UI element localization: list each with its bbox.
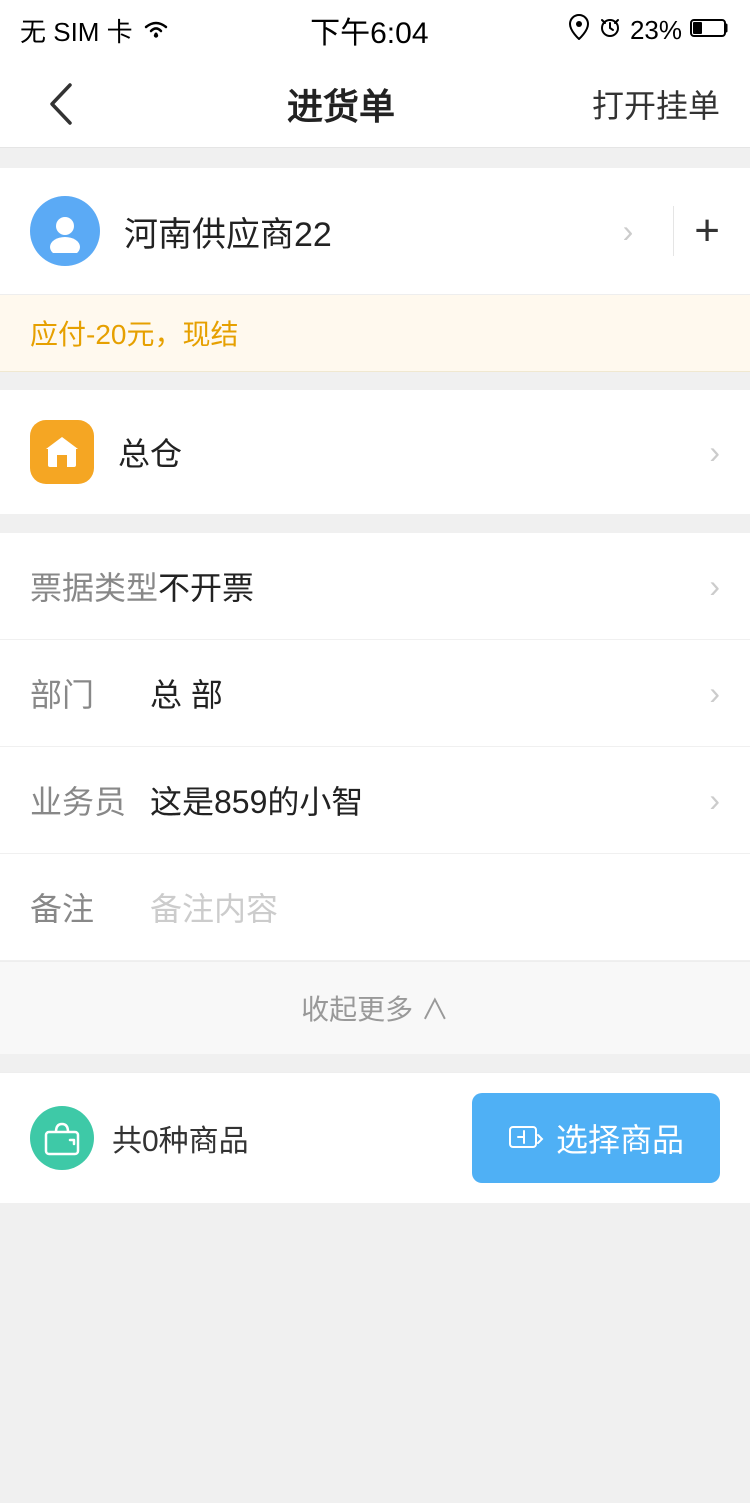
supplier-avatar — [30, 196, 100, 266]
nav-title: 进货单 — [287, 78, 395, 130]
open-pending-button[interactable]: 打开挂单 — [592, 81, 720, 127]
supplier-chevron-icon: › — [623, 213, 634, 250]
warehouse-chevron-icon: › — [709, 434, 720, 471]
alarm-icon — [598, 15, 622, 46]
form-section: 票据类型 不开票 › 部门 总 部 › 业务员 这是859的小智 › 备注 备注… — [0, 533, 750, 1054]
page-background — [0, 1203, 750, 1503]
status-bar: 无 SIM 卡 下午6:04 23% — [0, 0, 750, 60]
warehouse-icon-wrap — [30, 420, 94, 484]
invoice-type-label: 票据类型 — [30, 563, 158, 609]
department-chevron-icon: › — [709, 675, 720, 712]
wifi-icon — [141, 15, 171, 46]
supplier-name: 河南供应商22 — [124, 207, 623, 256]
section-divider-3 — [0, 515, 750, 533]
select-product-label: 选择商品 — [556, 1115, 684, 1161]
invoice-type-chevron-icon: › — [709, 568, 720, 605]
department-value: 总 部 — [150, 670, 709, 716]
select-product-button[interactable]: 选择商品 — [472, 1093, 720, 1183]
remark-row[interactable]: 备注 备注内容 — [0, 854, 750, 961]
back-button[interactable] — [30, 81, 90, 127]
vertical-divider — [673, 206, 674, 256]
department-row[interactable]: 部门 总 部 › — [0, 640, 750, 747]
salesperson-value: 这是859的小智 — [150, 777, 709, 823]
collapse-label: 收起更多 ∧ — [301, 988, 449, 1028]
nav-bar: 进货单 打开挂单 — [0, 60, 750, 148]
section-divider-2 — [0, 372, 750, 390]
salesperson-label: 业务员 — [30, 777, 150, 823]
department-label: 部门 — [30, 670, 150, 716]
notice-text: 应付-20元，现结 — [30, 319, 238, 350]
section-divider-4 — [0, 1054, 750, 1072]
bottom-bar: 共0种商品 选择商品 — [0, 1072, 750, 1203]
product-count-wrap: 共0种商品 — [30, 1106, 249, 1170]
supplier-section: 河南供应商22 › + 应付-20元，现结 — [0, 168, 750, 372]
status-time: 下午6:04 — [310, 8, 428, 52]
warehouse-row[interactable]: 总仓 › — [0, 390, 750, 515]
supplier-row[interactable]: 河南供应商22 › + — [0, 168, 750, 295]
collapse-row[interactable]: 收起更多 ∧ — [0, 961, 750, 1054]
remark-placeholder[interactable]: 备注内容 — [150, 884, 720, 930]
warehouse-name: 总仓 — [118, 429, 709, 475]
warehouse-section: 总仓 › — [0, 390, 750, 515]
section-divider-1 — [0, 148, 750, 168]
battery-icon — [690, 15, 730, 46]
salesperson-row[interactable]: 业务员 这是859的小智 › — [0, 747, 750, 854]
invoice-type-row[interactable]: 票据类型 不开票 › — [0, 533, 750, 640]
carrier-text: 无 SIM 卡 — [20, 12, 133, 49]
invoice-type-value: 不开票 — [158, 563, 709, 609]
notice-bar: 应付-20元，现结 — [0, 295, 750, 372]
status-left: 无 SIM 卡 — [20, 12, 171, 49]
add-supplier-button[interactable]: + — [694, 209, 720, 253]
salesperson-chevron-icon: › — [709, 782, 720, 819]
location-icon — [568, 14, 590, 47]
status-right: 23% — [568, 14, 730, 47]
product-count-text: 共0种商品 — [112, 1116, 249, 1160]
battery-text: 23% — [630, 15, 682, 46]
product-icon — [30, 1106, 94, 1170]
remark-label: 备注 — [30, 884, 150, 930]
